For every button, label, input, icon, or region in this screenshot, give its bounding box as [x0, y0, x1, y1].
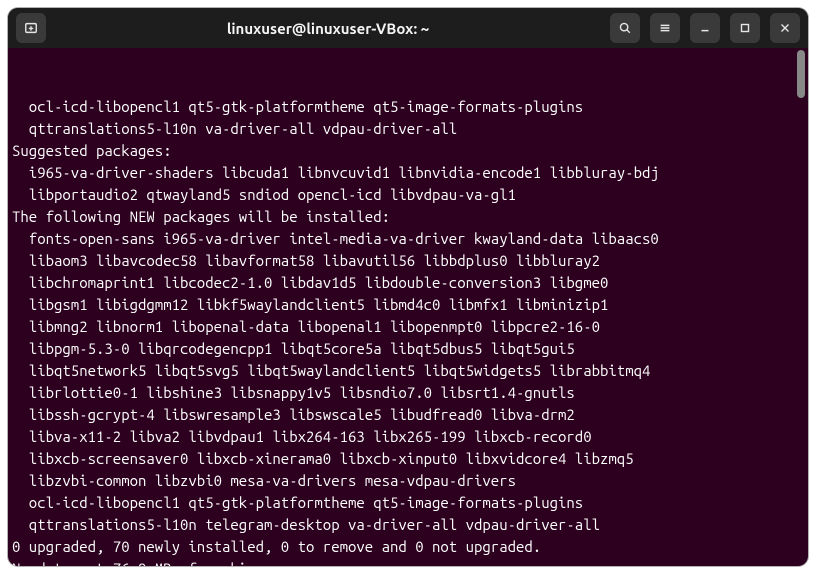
terminal-line: libssh-gcrypt-4 libswresample3 libswscal…	[12, 404, 808, 426]
terminal-line: ocl-icd-libopencl1 qt5-gtk-platformtheme…	[12, 96, 808, 118]
scrollbar-thumb[interactable]	[797, 50, 805, 98]
terminal-line: libgsm1 libigdgmm12 libkf5waylandclient5…	[12, 294, 808, 316]
close-button[interactable]	[770, 13, 800, 43]
terminal-line: Suggested packages:	[12, 140, 808, 162]
search-icon	[618, 21, 632, 35]
terminal-line: qttranslations5-l10n va-driver-all vdpau…	[12, 118, 808, 140]
search-button[interactable]	[610, 13, 640, 43]
terminal-line: fonts-open-sans i965-va-driver intel-med…	[12, 228, 808, 250]
terminal-line: libzvbi-common libzvbi0 mesa-va-drivers …	[12, 470, 808, 492]
terminal-line: libchromaprint1 libcodec2-1.0 libdav1d5 …	[12, 272, 808, 294]
terminal-line: qttranslations5-l10n telegram-desktop va…	[12, 514, 808, 536]
terminal-output[interactable]: ocl-icd-libopencl1 qt5-gtk-platformtheme…	[8, 48, 808, 566]
terminal-line: libxcb-screensaver0 libxcb-xinerama0 lib…	[12, 448, 808, 470]
terminal-line: librlottie0-1 libshine3 libsnappy1v5 lib…	[12, 382, 808, 404]
menu-button[interactable]	[650, 13, 680, 43]
scrollbar[interactable]	[796, 50, 806, 564]
terminal-line: Need to get 76.9 MB of archives.	[12, 558, 808, 566]
terminal-line: 0 upgraded, 70 newly installed, 0 to rem…	[12, 536, 808, 558]
terminal-line: libportaudio2 qtwayland5 sndiod opencl-i…	[12, 184, 808, 206]
terminal-line: libva-x11-2 libva2 libvdpau1 libx264-163…	[12, 426, 808, 448]
terminal-line: libmng2 libnorm1 libopenal-data libopena…	[12, 316, 808, 338]
terminal-line: libqt5network5 libqt5svg5 libqt5waylandc…	[12, 360, 808, 382]
terminal-line: i965-va-driver-shaders libcuda1 libnvcuv…	[12, 162, 808, 184]
terminal-line: libaom3 libavcodec58 libavformat58 libav…	[12, 250, 808, 272]
new-tab-icon	[24, 21, 38, 35]
terminal-line: ocl-icd-libopencl1 qt5-gtk-platformtheme…	[12, 492, 808, 514]
maximize-icon	[738, 21, 752, 35]
terminal-line: The following NEW packages will be insta…	[12, 206, 808, 228]
new-tab-button[interactable]	[16, 13, 46, 43]
close-icon	[778, 21, 792, 35]
window-title: linuxuser@linuxuser-VBox: ~	[54, 20, 602, 37]
terminal-window: linuxuser@linuxuser-VBox: ~	[8, 8, 808, 566]
minimize-icon	[698, 21, 712, 35]
titlebar: linuxuser@linuxuser-VBox: ~	[8, 8, 808, 48]
minimize-button[interactable]	[690, 13, 720, 43]
maximize-button[interactable]	[730, 13, 760, 43]
terminal-line: libpgm-5.3-0 libqrcodegencpp1 libqt5core…	[12, 338, 808, 360]
hamburger-icon	[658, 21, 672, 35]
